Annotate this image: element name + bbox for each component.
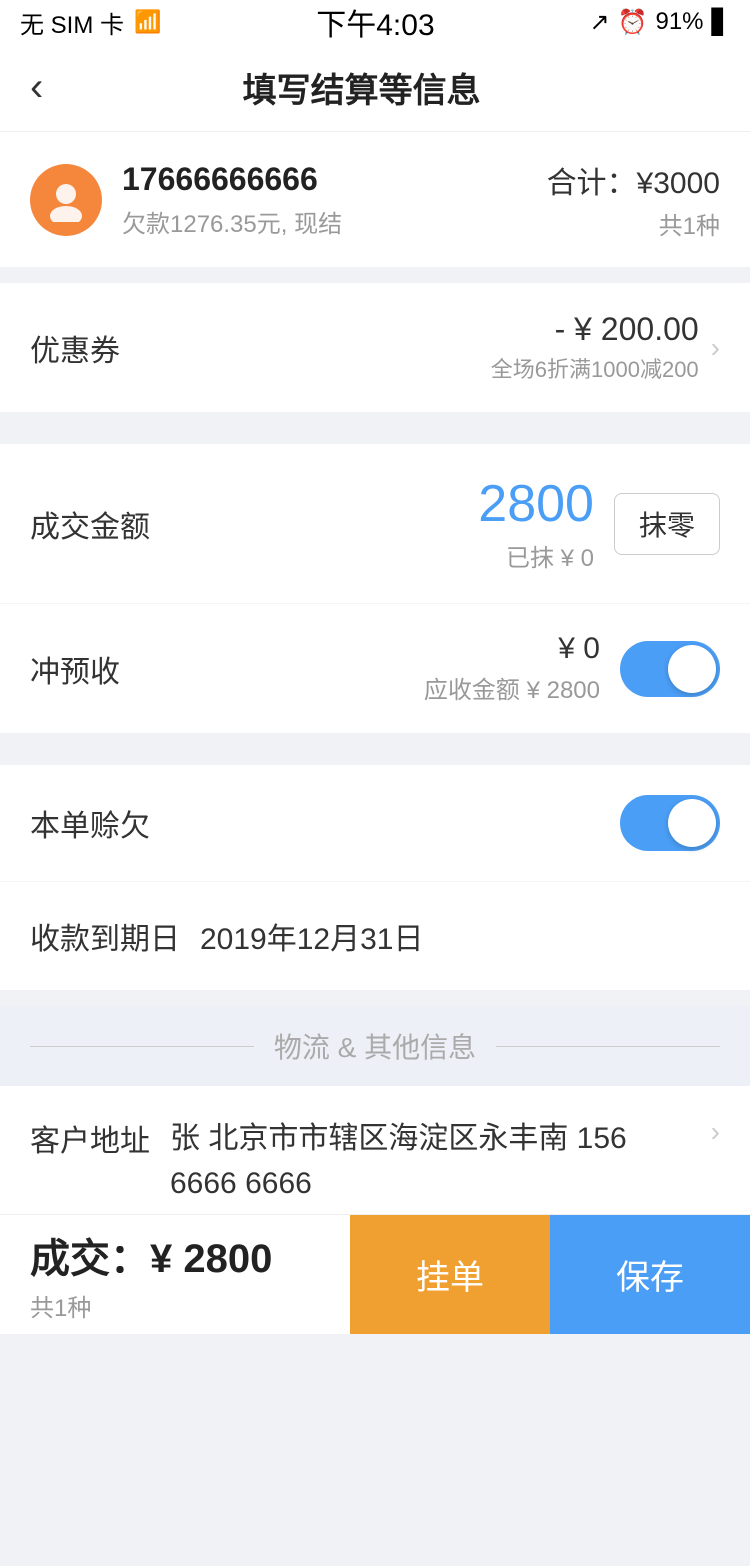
chevron-right-icon: › bbox=[711, 332, 720, 364]
duedate-row: 收款到期日 2019年12月31日 bbox=[0, 882, 750, 990]
precollect-right: ¥ 0 应收金额 ¥ 2800 bbox=[424, 632, 720, 705]
battery-text: 91% bbox=[655, 8, 703, 36]
bottom-bar: 成交：¥ 2800 共1种 挂单 保存 bbox=[0, 1214, 750, 1334]
customer-sub: 欠款1276.35元, 现结 bbox=[122, 204, 342, 239]
customer-right: 合计：¥3000 共1种 bbox=[547, 158, 720, 241]
logistics-line-left bbox=[30, 1046, 254, 1047]
status-right: ↗ ⏰ 91% ▋ bbox=[589, 8, 730, 37]
status-time: 下午4:03 bbox=[316, 0, 434, 44]
no-sim-text: 无 SIM 卡 bbox=[20, 5, 124, 40]
amount-block: 2800 已抹 ¥ 0 bbox=[478, 474, 594, 573]
customer-info: 17666666666 欠款1276.35元, 现结 bbox=[122, 161, 342, 239]
bottom-deal-amount: ¥ 2800 bbox=[150, 1237, 272, 1281]
debit-toggle[interactable] bbox=[620, 795, 720, 851]
logistics-title: 物流 & 其他信息 bbox=[254, 1026, 496, 1066]
precollect-label: 冲预收 bbox=[30, 647, 120, 691]
toggle-knob bbox=[668, 645, 716, 693]
status-bar: 无 SIM 卡 📶 下午4:03 ↗ ⏰ 91% ▋ bbox=[0, 0, 750, 44]
debit-toggle-knob bbox=[668, 799, 716, 847]
coupon-amount: - ¥ 200.00 bbox=[491, 311, 699, 348]
total-amount: 合计：¥3000 bbox=[547, 158, 720, 202]
coupon-text-block: - ¥ 200.00 全场6折满1000减200 bbox=[491, 311, 699, 384]
total-count: 共1种 bbox=[547, 206, 720, 241]
precollect-toggle[interactable] bbox=[620, 641, 720, 697]
sub-amount: 已抹 ¥ 0 bbox=[478, 538, 594, 573]
transaction-right: 2800 已抹 ¥ 0 抹零 bbox=[478, 474, 720, 573]
customer-phone: 17666666666 bbox=[122, 161, 342, 198]
coupon-right: - ¥ 200.00 全场6折满1000减200 › bbox=[491, 311, 720, 384]
avatar bbox=[30, 164, 102, 236]
address-chevron-icon: › bbox=[711, 1116, 720, 1148]
address-label: 客户地址 bbox=[30, 1116, 150, 1160]
save-button[interactable]: 保存 bbox=[550, 1215, 750, 1334]
divider-1 bbox=[0, 267, 750, 283]
nav-bar: ‹ 填写结算等信息 bbox=[0, 44, 750, 132]
wifi-icon: 📶 bbox=[134, 9, 161, 35]
bottom-actions: 挂单 保存 bbox=[350, 1215, 750, 1334]
precollect-row: 冲预收 ¥ 0 应收金额 ¥ 2800 bbox=[0, 604, 750, 733]
bottom-deal: 成交：¥ 2800 bbox=[30, 1226, 320, 1284]
main-amount: 2800 bbox=[478, 474, 594, 534]
transaction-section: 成交金额 2800 已抹 ¥ 0 抹零 冲预收 ¥ 0 应收金额 ¥ 2800 bbox=[0, 444, 750, 733]
coupon-desc: 全场6折满1000减200 bbox=[491, 352, 699, 384]
location-icon: ↗ bbox=[589, 8, 609, 37]
precollect-main: ¥ 0 bbox=[424, 632, 600, 666]
round-zero-button[interactable]: 抹零 bbox=[614, 493, 720, 555]
bottom-summary: 成交：¥ 2800 共1种 bbox=[0, 1226, 350, 1323]
status-left: 无 SIM 卡 📶 bbox=[20, 5, 161, 40]
customer-card: 17666666666 欠款1276.35元, 现结 合计：¥3000 共1种 bbox=[0, 132, 750, 267]
divider-2 bbox=[0, 412, 750, 428]
coupon-row[interactable]: 优惠券 - ¥ 200.00 全场6折满1000减200 › bbox=[0, 283, 750, 412]
coupon-label: 优惠券 bbox=[30, 326, 120, 370]
customer-left: 17666666666 欠款1276.35元, 现结 bbox=[30, 161, 342, 239]
debit-row: 本单赊欠 bbox=[0, 765, 750, 882]
transaction-label: 成交金额 bbox=[30, 502, 150, 546]
alarm-icon: ⏰ bbox=[618, 8, 648, 37]
debit-section: 本单赊欠 bbox=[0, 765, 750, 882]
address-value: 张 北京市市辖区海淀区永丰南 156 6666 6666 bbox=[170, 1116, 701, 1206]
debit-label: 本单赊欠 bbox=[30, 801, 150, 845]
divider-3 bbox=[0, 733, 750, 749]
content: 17666666666 欠款1276.35元, 现结 合计：¥3000 共1种 … bbox=[0, 132, 750, 1566]
hold-button[interactable]: 挂单 bbox=[350, 1215, 550, 1334]
logistics-header: 物流 & 其他信息 bbox=[0, 1006, 750, 1086]
duedate-label: 收款到期日 bbox=[30, 914, 180, 958]
bottom-deal-label: 成交： bbox=[30, 1237, 150, 1281]
page-title: 填写结算等信息 bbox=[63, 63, 660, 112]
battery-icon: ▋ bbox=[712, 8, 730, 37]
back-button[interactable]: ‹ bbox=[30, 65, 63, 110]
address-chevron: › bbox=[701, 1116, 720, 1148]
precollect-sub: 应收金额 ¥ 2800 bbox=[424, 670, 600, 705]
precollect-amount-block: ¥ 0 应收金额 ¥ 2800 bbox=[424, 632, 600, 705]
logistics-line-right bbox=[496, 1046, 720, 1047]
bottom-count: 共1种 bbox=[30, 1288, 320, 1323]
duedate-value: 2019年12月31日 bbox=[200, 914, 423, 958]
transaction-amount-row: 成交金额 2800 已抹 ¥ 0 抹零 bbox=[0, 444, 750, 604]
logistics-divider bbox=[0, 990, 750, 1006]
